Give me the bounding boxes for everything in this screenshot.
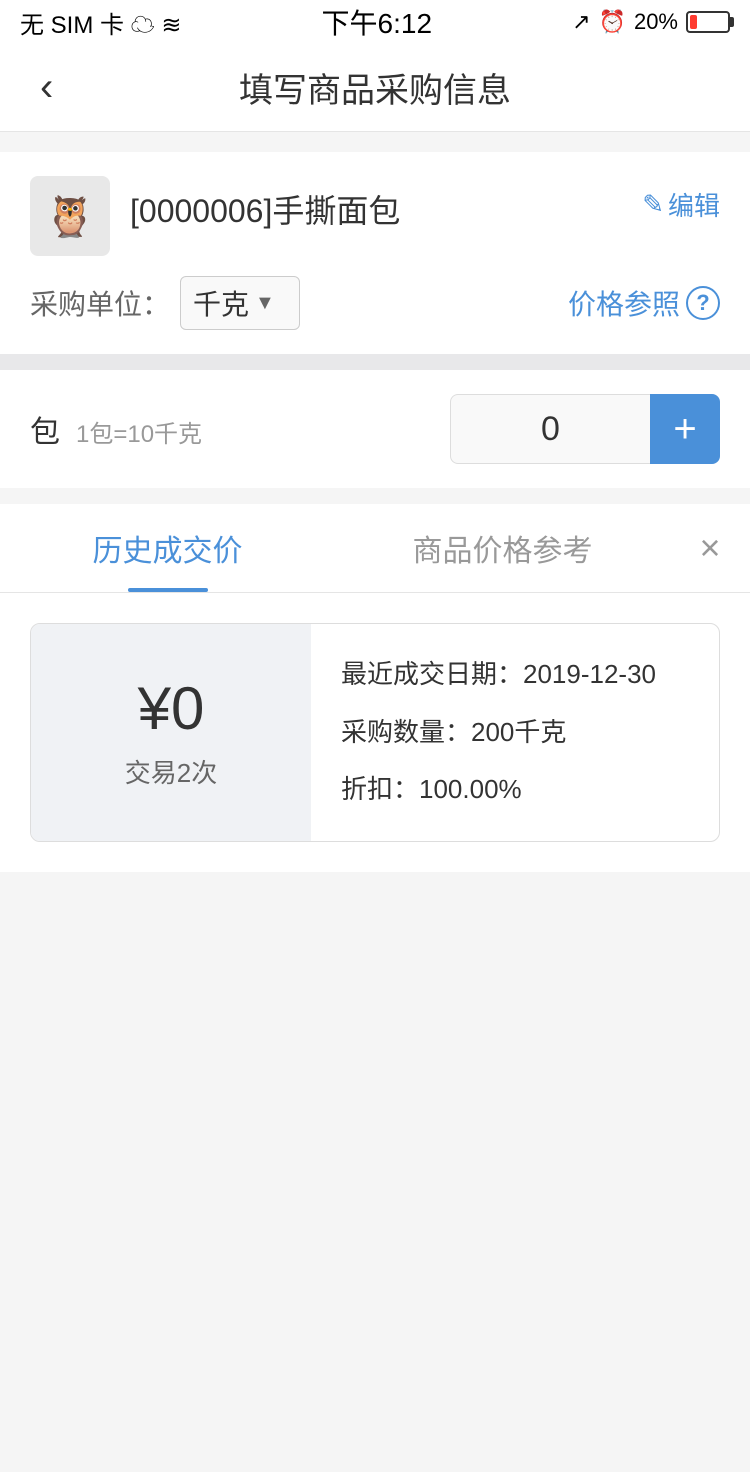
price-ref-help-icon: ?	[686, 286, 720, 320]
price-detail-date: 最近成交日期：2019-12-30	[341, 654, 689, 696]
quantity-plus-button[interactable]: +	[650, 394, 720, 464]
price-detail-quantity-label: 采购数量：	[341, 717, 471, 747]
battery-fill	[690, 15, 697, 29]
bottom-empty-area	[0, 872, 750, 1472]
unit-select-dropdown[interactable]: 千克 ▼	[180, 276, 300, 330]
product-unit-row: 采购单位： 千克 ▼ 价格参照 ?	[30, 276, 720, 330]
nav-bar: ‹ 填写商品采购信息	[0, 44, 750, 132]
price-reference-button[interactable]: 价格参照 ?	[568, 283, 720, 323]
tabs-close-button[interactable]: ×	[670, 504, 750, 592]
battery-percent: 20%	[634, 9, 678, 35]
price-ref-label: 价格参照	[568, 283, 680, 323]
unit-value: 千克	[193, 283, 249, 323]
section-divider	[0, 354, 750, 370]
tab-history-price-label: 历史成交价	[93, 526, 243, 570]
price-detail-quantity-value: 200千克	[471, 717, 566, 747]
alarm-icon: ⏰	[599, 9, 626, 35]
tab-product-price-ref-label: 商品价格参考	[413, 526, 593, 570]
tab-history-price[interactable]: 历史成交价	[0, 504, 335, 592]
quantity-section: 包 1包=10千克 0 +	[0, 370, 750, 488]
price-card-right: 最近成交日期：2019-12-30 采购数量：200千克 折扣：100.00%	[311, 624, 719, 841]
chevron-down-icon: ▼	[255, 292, 275, 315]
page-title: 填写商品采购信息	[239, 63, 511, 112]
quantity-input-group: 0 +	[450, 394, 720, 464]
back-button[interactable]: ‹	[30, 55, 63, 120]
unit-label: 采购单位：	[30, 283, 170, 323]
quantity-left: 包 1包=10千克	[30, 407, 202, 451]
price-detail-date-label: 最近成交日期：	[341, 659, 523, 689]
status-bar-time: 下午6:12	[322, 2, 433, 42]
price-trade-count: 交易2次	[125, 753, 217, 790]
price-detail-quantity: 采购数量：200千克	[341, 712, 689, 754]
tabs-header: 历史成交价 商品价格参考 ×	[0, 504, 750, 593]
quantity-value: 0	[541, 410, 560, 449]
tab-active-underline	[128, 588, 208, 592]
price-detail-discount: 折扣：100.00%	[341, 769, 689, 811]
close-icon: ×	[699, 527, 720, 569]
price-amount: ¥0	[138, 674, 205, 743]
product-section: 🦉 [0000006]手撕面包 ✎ 编辑 采购单位： 千克 ▼ 价格参照 ?	[0, 152, 750, 354]
tab-product-price-ref[interactable]: 商品价格参考	[335, 504, 670, 592]
status-bar-left: 无 SIM 卡 ☁ ≋	[20, 5, 181, 40]
edit-label: 编辑	[668, 186, 720, 223]
product-thumbnail: 🦉	[30, 176, 110, 256]
tabs-section: 历史成交价 商品价格参考 × ¥0 交易2次 最近成交日期：2019-12-30	[0, 504, 750, 872]
status-bar-right: ↗ ⏰ 20%	[572, 9, 730, 35]
location-icon: ↗	[572, 9, 590, 35]
quantity-input[interactable]: 0	[450, 394, 650, 464]
price-detail-discount-label: 折扣：	[341, 774, 419, 804]
price-value: 0	[171, 675, 204, 742]
product-owl-icon: 🦉	[45, 193, 95, 240]
edit-icon: ✎	[642, 189, 664, 220]
edit-button[interactable]: ✎ 编辑	[642, 176, 720, 223]
plus-icon: +	[673, 407, 696, 452]
quantity-unit-label: 包	[30, 407, 60, 451]
price-card-left: ¥0 交易2次	[31, 624, 311, 841]
product-name: [0000006]手撕面包	[130, 176, 400, 232]
price-detail-date-value: 2019-12-30	[523, 659, 656, 689]
price-detail-discount-value: 100.00%	[419, 774, 522, 804]
quantity-conversion: 1包=10千克	[76, 414, 202, 449]
tab-content: ¥0 交易2次 最近成交日期：2019-12-30 采购数量：200千克 折扣：…	[0, 593, 750, 872]
price-card: ¥0 交易2次 最近成交日期：2019-12-30 采购数量：200千克 折扣：…	[30, 623, 720, 842]
carrier-text: 无 SIM 卡 ☁ ≋	[20, 5, 181, 40]
battery-icon	[686, 11, 730, 33]
price-currency: ¥	[138, 675, 171, 742]
status-bar: 无 SIM 卡 ☁ ≋ 下午6:12 ↗ ⏰ 20%	[0, 0, 750, 44]
product-header: 🦉 [0000006]手撕面包 ✎ 编辑	[30, 176, 720, 256]
product-left: 🦉 [0000006]手撕面包	[30, 176, 642, 256]
